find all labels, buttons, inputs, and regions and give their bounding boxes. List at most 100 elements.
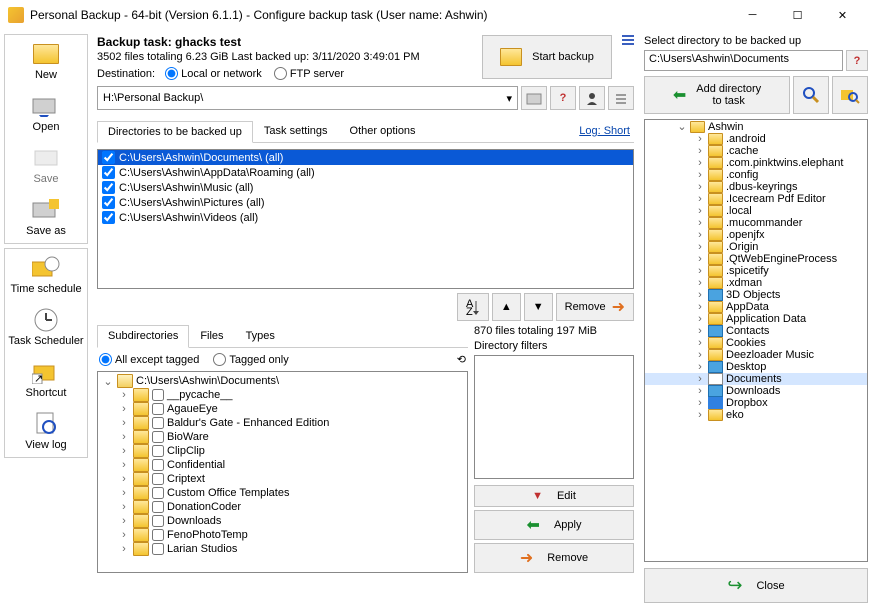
tab-files[interactable]: Files bbox=[189, 325, 234, 347]
browser-item[interactable]: ›AppData bbox=[645, 301, 868, 313]
tree-checkbox[interactable] bbox=[152, 431, 164, 443]
browser-item[interactable]: ›Application Data bbox=[645, 313, 868, 325]
browser-item[interactable]: ›.QtWebEngineProcess bbox=[645, 253, 868, 265]
save-as-button[interactable]: Save as bbox=[7, 197, 85, 237]
tree-item[interactable]: ›Confidential bbox=[100, 458, 465, 472]
browser-item[interactable]: ›Documents bbox=[645, 373, 868, 385]
settings-icon[interactable] bbox=[608, 86, 634, 110]
dir-checkbox[interactable] bbox=[102, 166, 115, 179]
close-button[interactable]: ↪ Close bbox=[644, 568, 868, 603]
minimize-button[interactable]: ─ bbox=[730, 0, 775, 30]
tree-checkbox[interactable] bbox=[152, 487, 164, 499]
tree-item[interactable]: ›FenoPhotoTemp bbox=[100, 528, 465, 542]
browser-item[interactable]: ›Desktop bbox=[645, 361, 868, 373]
browser-item[interactable]: ›Deezloader Music bbox=[645, 349, 868, 361]
tree-checkbox[interactable] bbox=[152, 389, 164, 401]
browser-item[interactable]: ›Contacts bbox=[645, 325, 868, 337]
refresh-icon[interactable]: ⟲ bbox=[457, 353, 466, 366]
directory-item[interactable]: C:\Users\Ashwin\Music (all) bbox=[98, 180, 633, 195]
tree-checkbox[interactable] bbox=[152, 459, 164, 471]
browser-item[interactable]: ›Downloads bbox=[645, 385, 868, 397]
remove-directory-button[interactable]: Remove➜ bbox=[556, 293, 634, 321]
move-down-button[interactable]: ▼ bbox=[524, 293, 553, 321]
move-up-button[interactable]: ▲ bbox=[492, 293, 521, 321]
tree-item[interactable]: ›Custom Office Templates bbox=[100, 486, 465, 500]
edit-filter-button[interactable]: ▼Edit bbox=[474, 485, 634, 507]
dir-checkbox[interactable] bbox=[102, 151, 115, 164]
directory-item[interactable]: C:\Users\Ashwin\AppData\Roaming (all) bbox=[98, 165, 633, 180]
radio-local[interactable]: Local or network bbox=[165, 67, 262, 80]
radio-all-except[interactable]: All except tagged bbox=[99, 353, 199, 366]
browser-item[interactable]: ›.mucommander bbox=[645, 217, 868, 229]
subdirectory-tree[interactable]: ⌄C:\Users\Ashwin\Documents\›__pycache__›… bbox=[97, 371, 468, 573]
shortcut-button[interactable]: ↗ Shortcut bbox=[7, 359, 85, 399]
help-button[interactable]: ? bbox=[846, 50, 868, 71]
tab-other-options[interactable]: Other options bbox=[339, 120, 427, 142]
tree-item[interactable]: ›ClipClip bbox=[100, 444, 465, 458]
browser-item[interactable]: ›.com.pinktwins.elephant bbox=[645, 157, 868, 169]
browser-item[interactable]: ›eko bbox=[645, 409, 868, 421]
tree-item[interactable]: ›Larian Studios bbox=[100, 542, 465, 556]
radio-ftp[interactable]: FTP server bbox=[274, 67, 344, 80]
dir-checkbox[interactable] bbox=[102, 211, 115, 224]
browser-item[interactable]: ›Cookies bbox=[645, 337, 868, 349]
apply-filter-button[interactable]: ⬅Apply bbox=[474, 510, 634, 540]
browser-item[interactable]: ›.local bbox=[645, 205, 868, 217]
tree-item[interactable]: ›AgaueEye bbox=[100, 402, 465, 416]
tab-directories[interactable]: Directories to be backed up bbox=[97, 121, 253, 143]
tab-task-settings[interactable]: Task settings bbox=[253, 120, 339, 142]
search-folder-button[interactable] bbox=[832, 76, 868, 114]
tree-checkbox[interactable] bbox=[152, 403, 164, 415]
task-scheduler-button[interactable]: Task Scheduler bbox=[7, 307, 85, 347]
start-backup-button[interactable]: Start backup bbox=[482, 35, 612, 79]
view-log-button[interactable]: View log bbox=[7, 411, 85, 451]
open-button[interactable]: Open bbox=[7, 93, 85, 133]
browser-item[interactable]: ›.config bbox=[645, 169, 868, 181]
directory-browser-tree[interactable]: ⌄Ashwin›.android›.cache›.com.pinktwins.e… bbox=[644, 119, 868, 562]
remove-filter-button[interactable]: ➜Remove bbox=[474, 543, 634, 573]
tab-types[interactable]: Types bbox=[235, 325, 286, 347]
maximize-button[interactable]: ☐ bbox=[775, 0, 820, 30]
directory-item[interactable]: C:\Users\Ashwin\Documents\ (all) bbox=[98, 150, 633, 165]
search-button[interactable] bbox=[793, 76, 829, 114]
browser-item[interactable]: ›.spicetify bbox=[645, 265, 868, 277]
tree-item[interactable]: ›DonationCoder bbox=[100, 500, 465, 514]
new-button[interactable]: New bbox=[7, 41, 85, 81]
time-schedule-button[interactable]: Time schedule bbox=[7, 255, 85, 295]
tree-checkbox[interactable] bbox=[152, 501, 164, 513]
tree-checkbox[interactable] bbox=[152, 515, 164, 527]
tree-item[interactable]: ›Baldur's Gate - Enhanced Edition bbox=[100, 416, 465, 430]
directory-item[interactable]: C:\Users\Ashwin\Videos (all) bbox=[98, 210, 633, 225]
browser-item[interactable]: ›.android bbox=[645, 133, 868, 145]
browser-item[interactable]: ›.xdman bbox=[645, 277, 868, 289]
log-link[interactable]: Log: Short bbox=[579, 125, 630, 137]
directory-item[interactable]: C:\Users\Ashwin\Pictures (all) bbox=[98, 195, 633, 210]
tree-item[interactable]: ›Downloads bbox=[100, 514, 465, 528]
dir-checkbox[interactable] bbox=[102, 181, 115, 194]
directories-list[interactable]: C:\Users\Ashwin\Documents\ (all)C:\Users… bbox=[97, 149, 634, 289]
tree-item[interactable]: ›BioWare bbox=[100, 430, 465, 444]
browser-item[interactable]: ›.openjfx bbox=[645, 229, 868, 241]
tree-item[interactable]: ›Criptext bbox=[100, 472, 465, 486]
browser-item[interactable]: ›Dropbox bbox=[645, 397, 868, 409]
tree-checkbox[interactable] bbox=[152, 529, 164, 541]
browser-item[interactable]: ›.Origin bbox=[645, 241, 868, 253]
browser-item[interactable]: ›.cache bbox=[645, 145, 868, 157]
tree-checkbox[interactable] bbox=[152, 473, 164, 485]
hamburger-menu-icon[interactable] bbox=[622, 35, 634, 45]
selected-path-input[interactable]: C:\Users\Ashwin\Documents bbox=[644, 50, 843, 71]
sort-button[interactable]: AZ bbox=[457, 293, 489, 321]
radio-tagged-only[interactable]: Tagged only bbox=[213, 353, 288, 366]
tree-root[interactable]: ⌄C:\Users\Ashwin\Documents\ bbox=[100, 374, 465, 388]
tree-checkbox[interactable] bbox=[152, 543, 164, 555]
user-icon[interactable] bbox=[579, 86, 605, 110]
close-window-button[interactable]: ✕ bbox=[820, 0, 865, 30]
browser-root[interactable]: ⌄Ashwin bbox=[645, 120, 868, 133]
browse-button[interactable] bbox=[521, 86, 547, 110]
directory-filters-list[interactable] bbox=[474, 355, 634, 479]
tree-item[interactable]: ›__pycache__ bbox=[100, 388, 465, 402]
browser-item[interactable]: ›3D Objects bbox=[645, 289, 868, 301]
destination-path-input[interactable]: H:\Personal Backup\ ▾ bbox=[97, 86, 518, 110]
add-directory-button[interactable]: ⬅ Add directory to task bbox=[644, 76, 790, 114]
dir-checkbox[interactable] bbox=[102, 196, 115, 209]
